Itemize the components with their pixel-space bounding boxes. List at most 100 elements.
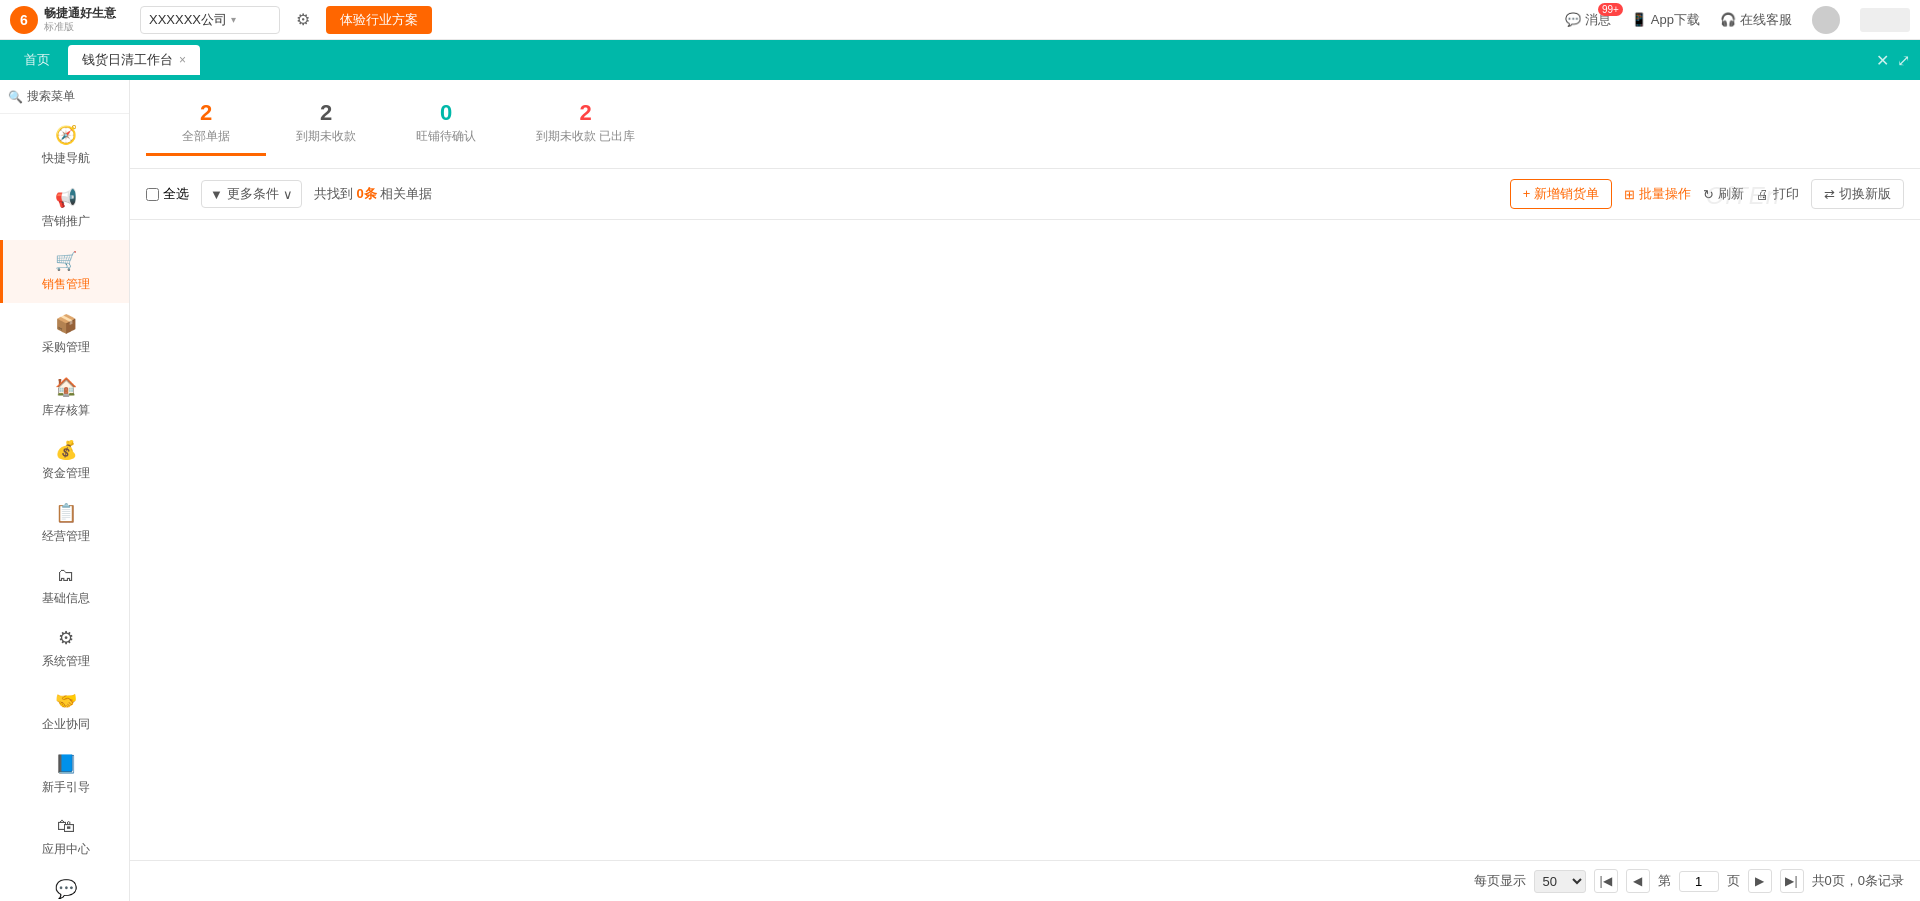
search-menu-button[interactable]: 🔍 搜索菜单 [0, 80, 129, 114]
sidebar-item-11[interactable]: 🛍 应用中心 [0, 806, 129, 868]
next-page-button[interactable]: ▶ [1748, 869, 1772, 893]
batch-operation-button[interactable]: ⊞ 批量操作 [1624, 185, 1691, 203]
stat-label-3: 到期未收款 已出库 [536, 128, 635, 145]
stat-tab-0[interactable]: 2 全部单据 [146, 92, 266, 156]
download-icon: 📱 [1631, 12, 1647, 27]
prev-page-button[interactable]: ◀ [1626, 869, 1650, 893]
app-download-button[interactable]: 📱 App下载 [1631, 11, 1700, 29]
sidebar-icon-4: 🏠 [55, 376, 77, 398]
logo-main: 畅捷通好生意 [44, 6, 116, 20]
page-input[interactable] [1679, 871, 1719, 892]
print-button[interactable]: 🖨 打印 [1756, 185, 1799, 203]
home-tab-label: 首页 [24, 51, 50, 69]
stat-tab-1[interactable]: 2 到期未收款 [266, 92, 386, 156]
refresh-button[interactable]: ↻ 刷新 [1703, 185, 1744, 203]
window-close-icon[interactable]: ✕ [1876, 51, 1889, 70]
logo-sub: 标准版 [44, 21, 116, 33]
stat-number-1: 2 [320, 100, 332, 126]
sidebar-item-0[interactable]: 🧭 快捷导航 [0, 114, 129, 177]
new-sales-order-button[interactable]: + 新增销货单 [1510, 179, 1612, 209]
sidebar-label-6: 经营管理 [42, 528, 90, 545]
window-maximize-icon[interactable]: ⤢ [1897, 51, 1910, 70]
logo-area: 6 畅捷通好生意 标准版 [10, 6, 140, 34]
company-name: XXXXXX公司 [149, 11, 227, 29]
sidebar-item-9[interactable]: 🤝 企业协同 [0, 680, 129, 743]
sidebar-label-8: 系统管理 [42, 653, 90, 670]
sidebar-label-11: 应用中心 [42, 841, 90, 858]
stat-label-2: 旺铺待确认 [416, 128, 476, 145]
first-page-button[interactable]: |◀ [1594, 869, 1618, 893]
select-all-checkbox[interactable]: 全选 [146, 185, 189, 203]
sidebar-item-4[interactable]: 🏠 库存核算 [0, 366, 129, 429]
switch-version-button[interactable]: ⇄ 切换新版 [1811, 179, 1904, 209]
header-right: 💬 消息 99+ 📱 App下载 🎧 在线客服 [1565, 6, 1910, 34]
service-icon: 🎧 [1720, 12, 1736, 27]
toolbar: 全选 ▼ 更多条件 ∨ 共找到 0条 相关单据 + 新增销货单 ⊞ 批量操作 ↻ [130, 169, 1920, 220]
company-selector[interactable]: XXXXXX公司 ▾ [140, 6, 280, 34]
content-area: 2 全部单据2 到期未收款0 旺铺待确认2 到期未收款 已出库 全选 ▼ 更多条… [130, 80, 1920, 901]
tab-close-icon[interactable]: × [179, 53, 186, 67]
sidebar-icon-8: ⚙ [58, 627, 74, 649]
pagination: 每页显示 50100200 |◀ ◀ 第 页 ▶ ▶| 共0页，0条记录 [130, 860, 1920, 901]
sidebar-icon-1: 📢 [55, 187, 77, 209]
refresh-icon: ↻ [1703, 187, 1714, 202]
sidebar-icon-7: 🗂 [57, 565, 75, 586]
page-size-select[interactable]: 50100200 [1534, 870, 1586, 893]
sidebar-item-7[interactable]: 🗂 基础信息 [0, 555, 129, 617]
stats-tabs: 2 全部单据2 到期未收款0 旺铺待确认2 到期未收款 已出库 [130, 80, 1920, 169]
filter-button[interactable]: ▼ 更多条件 ∨ [201, 180, 302, 208]
sidebar-item-10[interactable]: 📘 新手引导 [0, 743, 129, 806]
sidebar-item-3[interactable]: 📦 采购管理 [0, 303, 129, 366]
online-service-label: 在线客服 [1740, 11, 1792, 29]
sidebar-item-12[interactable]: 💬 企业微信 [0, 868, 129, 901]
sidebar-label-4: 库存核算 [42, 402, 90, 419]
sidebar-label-3: 采购管理 [42, 339, 90, 356]
found-count: 0条 [357, 186, 377, 201]
logo-icon: 6 [10, 6, 38, 34]
page-suffix: 页 [1727, 872, 1740, 890]
tab-home[interactable]: 首页 [10, 45, 64, 75]
sidebar-icon-3: 📦 [55, 313, 77, 335]
main-layout: 🔍 搜索菜单 🧭 快捷导航📢 营销推广🛒 销售管理📦 采购管理🏠 库存核算💰 资… [0, 80, 1920, 901]
sidebar-icon-9: 🤝 [55, 690, 77, 712]
filter-label: 更多条件 [227, 185, 279, 203]
sidebar-icon-2: 🛒 [55, 250, 77, 272]
total-label: 共0页，0条记录 [1812, 872, 1904, 890]
message-button[interactable]: 💬 消息 99+ [1565, 11, 1611, 29]
tab-bar: 首页 钱货日清工作台 × ✕ ⤢ [0, 40, 1920, 80]
toolbar-right: + 新增销货单 ⊞ 批量操作 ↻ 刷新 🖨 打印 ⇄ 切换新版 [1510, 179, 1904, 209]
stat-tab-3[interactable]: 2 到期未收款 已出库 [506, 92, 665, 156]
sidebar-icon-10: 📘 [55, 753, 77, 775]
experience-button[interactable]: 体验行业方案 [326, 6, 432, 34]
top-header: 6 畅捷通好生意 标准版 XXXXXX公司 ▾ ⚙ 体验行业方案 💬 消息 99… [0, 0, 1920, 40]
stat-number-3: 2 [580, 100, 592, 126]
tab-work-bench[interactable]: 钱货日清工作台 × [68, 45, 200, 75]
select-all-input[interactable] [146, 188, 159, 201]
sidebar-label-7: 基础信息 [42, 590, 90, 607]
last-page-button[interactable]: ▶| [1780, 869, 1804, 893]
found-text: 共找到 0条 相关单据 [314, 185, 432, 203]
sidebar-item-6[interactable]: 📋 经营管理 [0, 492, 129, 555]
page-label: 第 [1658, 872, 1671, 890]
sidebar-icon-6: 📋 [55, 502, 77, 524]
sidebar-item-8[interactable]: ⚙ 系统管理 [0, 617, 129, 680]
sidebar-label-10: 新手引导 [42, 779, 90, 796]
sidebar-item-1[interactable]: 📢 营销推广 [0, 177, 129, 240]
sidebar-icon-5: 💰 [55, 439, 77, 461]
work-bench-tab-label: 钱货日清工作台 [82, 51, 173, 69]
sidebar-label-0: 快捷导航 [42, 150, 90, 167]
switch-icon: ⇄ [1824, 187, 1835, 202]
stat-tab-2[interactable]: 0 旺铺待确认 [386, 92, 506, 156]
sidebar: 🔍 搜索菜单 🧭 快捷导航📢 营销推广🛒 销售管理📦 采购管理🏠 库存核算💰 资… [0, 80, 130, 901]
avatar[interactable] [1812, 6, 1840, 34]
sidebar-icon-0: 🧭 [55, 124, 77, 146]
user-name-area [1860, 8, 1910, 32]
sidebar-label-1: 营销推广 [42, 213, 90, 230]
online-service-button[interactable]: 🎧 在线客服 [1720, 11, 1792, 29]
settings-button[interactable]: ⚙ [288, 5, 318, 35]
stat-number-2: 0 [440, 100, 452, 126]
sidebar-item-2[interactable]: 🛒 销售管理 [0, 240, 129, 303]
sidebar-icon-11: 🛍 [57, 816, 75, 837]
chevron-down-icon: ▾ [231, 14, 236, 25]
sidebar-item-5[interactable]: 💰 资金管理 [0, 429, 129, 492]
